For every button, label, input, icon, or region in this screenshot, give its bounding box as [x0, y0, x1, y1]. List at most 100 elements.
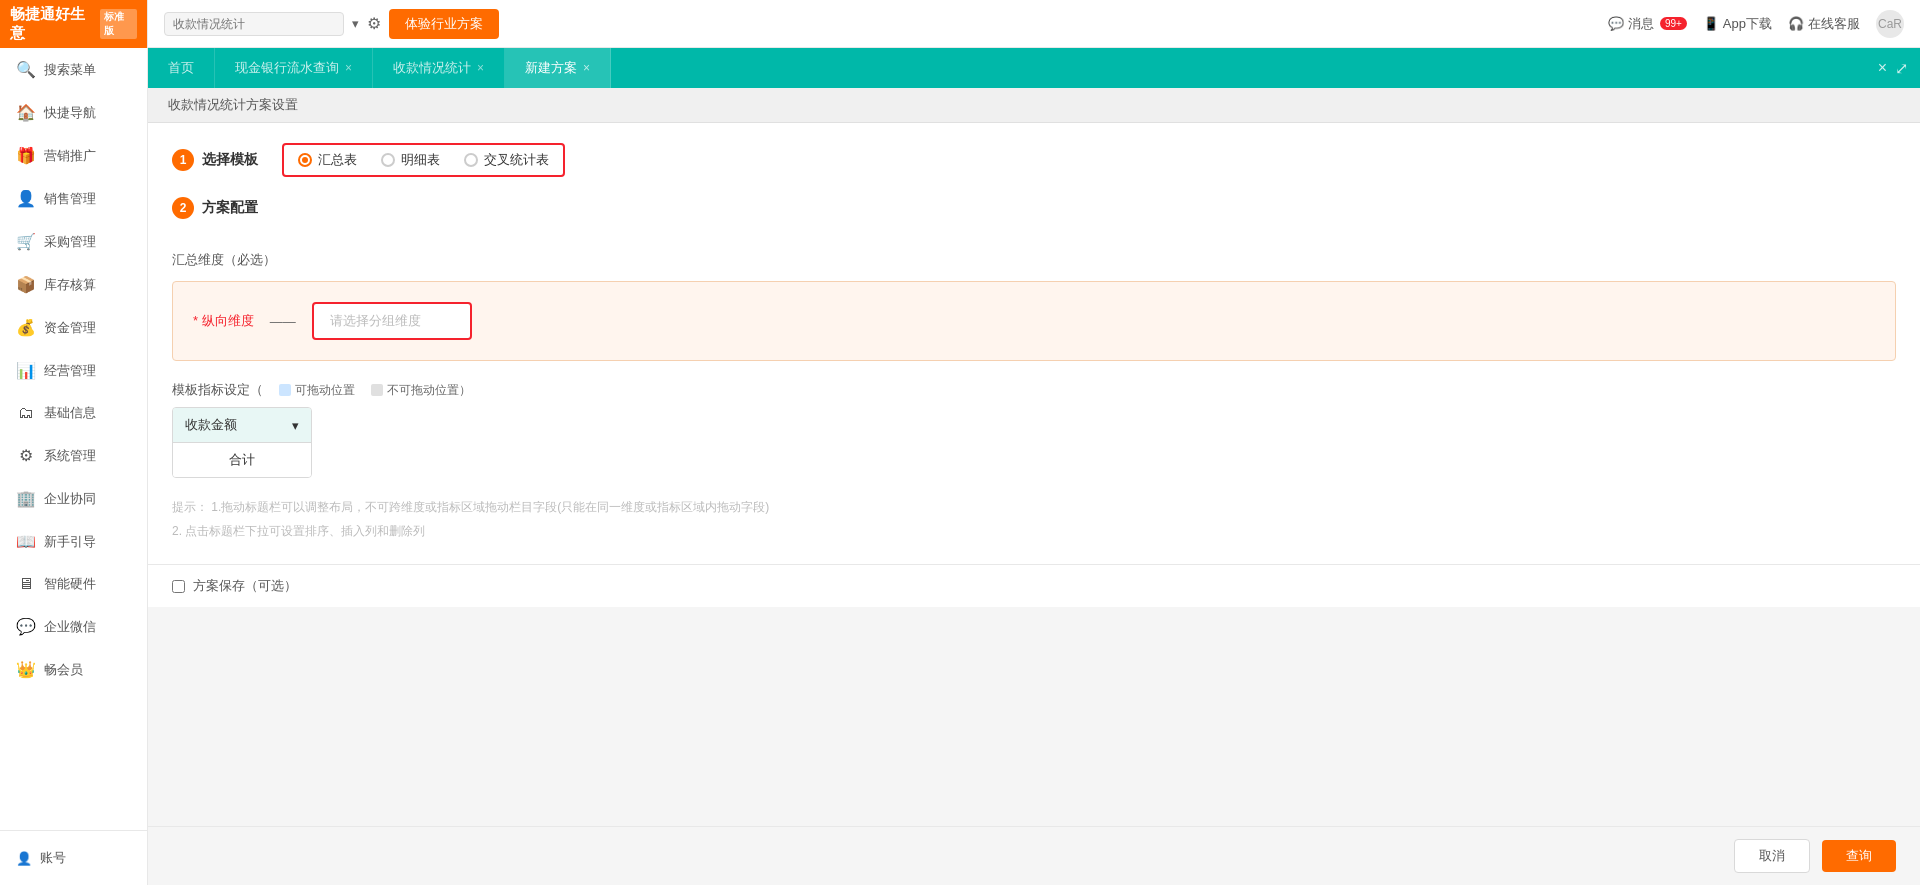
indicator-table: 收款金额 ▾ 合计: [172, 407, 312, 478]
sidebar-item-operations[interactable]: 📊 经营管理: [0, 349, 147, 392]
bottom-label: 账号: [40, 849, 66, 867]
window-close-btn[interactable]: ×: [1878, 59, 1887, 77]
sidebar-item-wechat[interactable]: 💬 企业微信: [0, 605, 147, 648]
header-right: 💬 消息 99+ 📱 App下载 🎧 在线客服 CaR: [1608, 10, 1904, 38]
basic-icon: 🗂: [16, 404, 36, 422]
avatar-text: CaR: [1878, 17, 1902, 31]
enterprise-icon: 🏢: [16, 489, 36, 508]
sidebar-item-guide[interactable]: 📖 新手引导: [0, 520, 147, 563]
sidebar-bottom-item[interactable]: 👤 账号: [0, 839, 147, 877]
sidebar-item-enterprise[interactable]: 🏢 企业协同: [0, 477, 147, 520]
page-title: 收款情况统计方案设置: [168, 97, 298, 112]
avatar[interactable]: CaR: [1876, 10, 1904, 38]
tab-new-plan-close[interactable]: ×: [583, 61, 590, 75]
save-label[interactable]: 方案保存（可选）: [193, 577, 297, 595]
basic-label: 基础信息: [44, 404, 96, 422]
sidebar-item-basic[interactable]: 🗂 基础信息: [0, 392, 147, 434]
tab-bank-flow-close[interactable]: ×: [345, 61, 352, 75]
sidebar-item-member[interactable]: 👑 畅会员: [0, 648, 147, 691]
indicator-dropdown-icon[interactable]: ▾: [292, 418, 299, 433]
message-badge: 99+: [1660, 17, 1687, 30]
app-download-action[interactable]: 📱 App下载: [1703, 15, 1772, 33]
page-title-bar: 收款情况统计方案设置: [148, 88, 1920, 123]
movable-dot: [279, 384, 291, 396]
step2-badge: 2: [172, 197, 194, 219]
indicator-table-header[interactable]: 收款金额 ▾: [173, 408, 311, 443]
member-label: 畅会员: [44, 661, 83, 679]
logo-text: 畅捷通好生意: [10, 5, 96, 43]
window-controls: × ⤢: [1866, 48, 1920, 88]
message-icon: 💬: [1608, 16, 1624, 31]
sidebar-item-inventory[interactable]: 📦 库存核算: [0, 263, 147, 306]
hint-line-2: 2. 点击标题栏下拉可设置排序、插入列和删除列: [172, 521, 1896, 543]
message-action[interactable]: 💬 消息 99+: [1608, 15, 1687, 33]
service-icon: 🎧: [1788, 16, 1804, 31]
radio-detail-label: 明细表: [401, 151, 440, 169]
dim-area: * 纵向维度 —— 请选择分组维度: [172, 281, 1896, 361]
member-icon: 👑: [16, 660, 36, 679]
sidebar-item-finance[interactable]: 💰 资金管理: [0, 306, 147, 349]
dim-select[interactable]: 请选择分组维度: [312, 302, 472, 340]
window-maximize-btn[interactable]: ⤢: [1895, 59, 1908, 78]
radio-cross-label: 交叉统计表: [484, 151, 549, 169]
finance-icon: 💰: [16, 318, 36, 337]
dim-label: 汇总维度（必选）: [172, 251, 1896, 269]
hint-line-1: 提示： 1.拖动标题栏可以调整布局，不可跨维度或指标区域拖动栏目字段(只能在同一…: [172, 497, 1896, 519]
dropdown-icon[interactable]: ▾: [352, 16, 359, 31]
tab-bank-flow[interactable]: 现金银行流水查询 ×: [215, 48, 373, 88]
tab-collection-stats[interactable]: 收款情况统计×: [373, 48, 505, 88]
indicator-header: 模板指标设定（ 可拖动位置 不可拖动位置）: [172, 381, 1896, 399]
enterprise-label: 企业协同: [44, 490, 96, 508]
radio-summary-dot[interactable]: [298, 153, 312, 167]
indicator-col-title: 收款金额: [185, 416, 237, 434]
step2-label: 方案配置: [202, 199, 262, 217]
sidebar-item-sales[interactable]: 👤 销售管理: [0, 177, 147, 220]
radio-cross[interactable]: 交叉统计表: [464, 151, 549, 169]
main-area: ▾ ⚙ 体验行业方案 💬 消息 99+ 📱 App下载 🎧 在线客服 CaR: [148, 0, 1920, 885]
sidebar-item-marketing[interactable]: 🎁 营销推广: [0, 134, 147, 177]
breadcrumb-input[interactable]: [164, 12, 344, 36]
cancel-button[interactable]: 取消: [1734, 839, 1810, 873]
radio-summary-label: 汇总表: [318, 151, 357, 169]
radio-detail-dot[interactable]: [381, 153, 395, 167]
sidebar-item-search[interactable]: 🔍 搜索菜单: [0, 48, 147, 91]
sidebar-item-quick-nav[interactable]: 🏠 快捷导航: [0, 91, 147, 134]
app-icon: 📱: [1703, 16, 1719, 31]
step1-row: 1 选择模板 汇总表 明细表 交叉统计表: [172, 143, 1896, 177]
sidebar-item-purchase[interactable]: 🛒 采购管理: [0, 220, 147, 263]
industry-btn[interactable]: 体验行业方案: [389, 9, 499, 39]
online-service-action[interactable]: 🎧 在线客服: [1788, 15, 1860, 33]
sidebar-logo: 畅捷通好生意 标准版: [0, 0, 147, 48]
operations-label: 经营管理: [44, 362, 96, 380]
wechat-icon: 💬: [16, 617, 36, 636]
radio-detail[interactable]: 明细表: [381, 151, 440, 169]
tab-collection-stats-close[interactable]: ×: [477, 61, 484, 75]
search-label: 搜索菜单: [44, 61, 96, 79]
query-button[interactable]: 查询: [1822, 840, 1896, 872]
tabs-bar: 首页现金银行流水查询×收款情况统计×新建方案× × ⤢: [148, 48, 1920, 88]
operations-icon: 📊: [16, 361, 36, 380]
inventory-label: 库存核算: [44, 276, 96, 294]
save-checkbox[interactable]: [172, 580, 185, 593]
step1-badge: 1: [172, 149, 194, 171]
tab-new-plan[interactable]: 新建方案×: [505, 48, 611, 88]
settings-icon[interactable]: ⚙: [367, 14, 381, 33]
tab-home[interactable]: 首页: [148, 48, 215, 88]
sales-label: 销售管理: [44, 190, 96, 208]
online-service-label: 在线客服: [1808, 15, 1860, 33]
marketing-icon: 🎁: [16, 146, 36, 165]
inventory-icon: 📦: [16, 275, 36, 294]
quick-nav-label: 快捷导航: [44, 104, 96, 122]
radio-cross-dot[interactable]: [464, 153, 478, 167]
content-area: 收款情况统计方案设置 1 选择模板 汇总表 明细表: [148, 88, 1920, 826]
hardware-label: 智能硬件: [44, 575, 96, 593]
hardware-icon: 🖥: [16, 575, 36, 593]
dim-row-label: * 纵向维度: [193, 312, 254, 330]
sidebar-item-system[interactable]: ⚙ 系统管理: [0, 434, 147, 477]
sidebar-item-hardware[interactable]: 🖥 智能硬件: [0, 563, 147, 605]
radio-summary[interactable]: 汇总表: [298, 151, 357, 169]
marketing-label: 营销推广: [44, 147, 96, 165]
top-header: ▾ ⚙ 体验行业方案 💬 消息 99+ 📱 App下载 🎧 在线客服 CaR: [148, 0, 1920, 48]
tab-bank-flow-label: 现金银行流水查询: [235, 59, 339, 77]
purchase-label: 采购管理: [44, 233, 96, 251]
